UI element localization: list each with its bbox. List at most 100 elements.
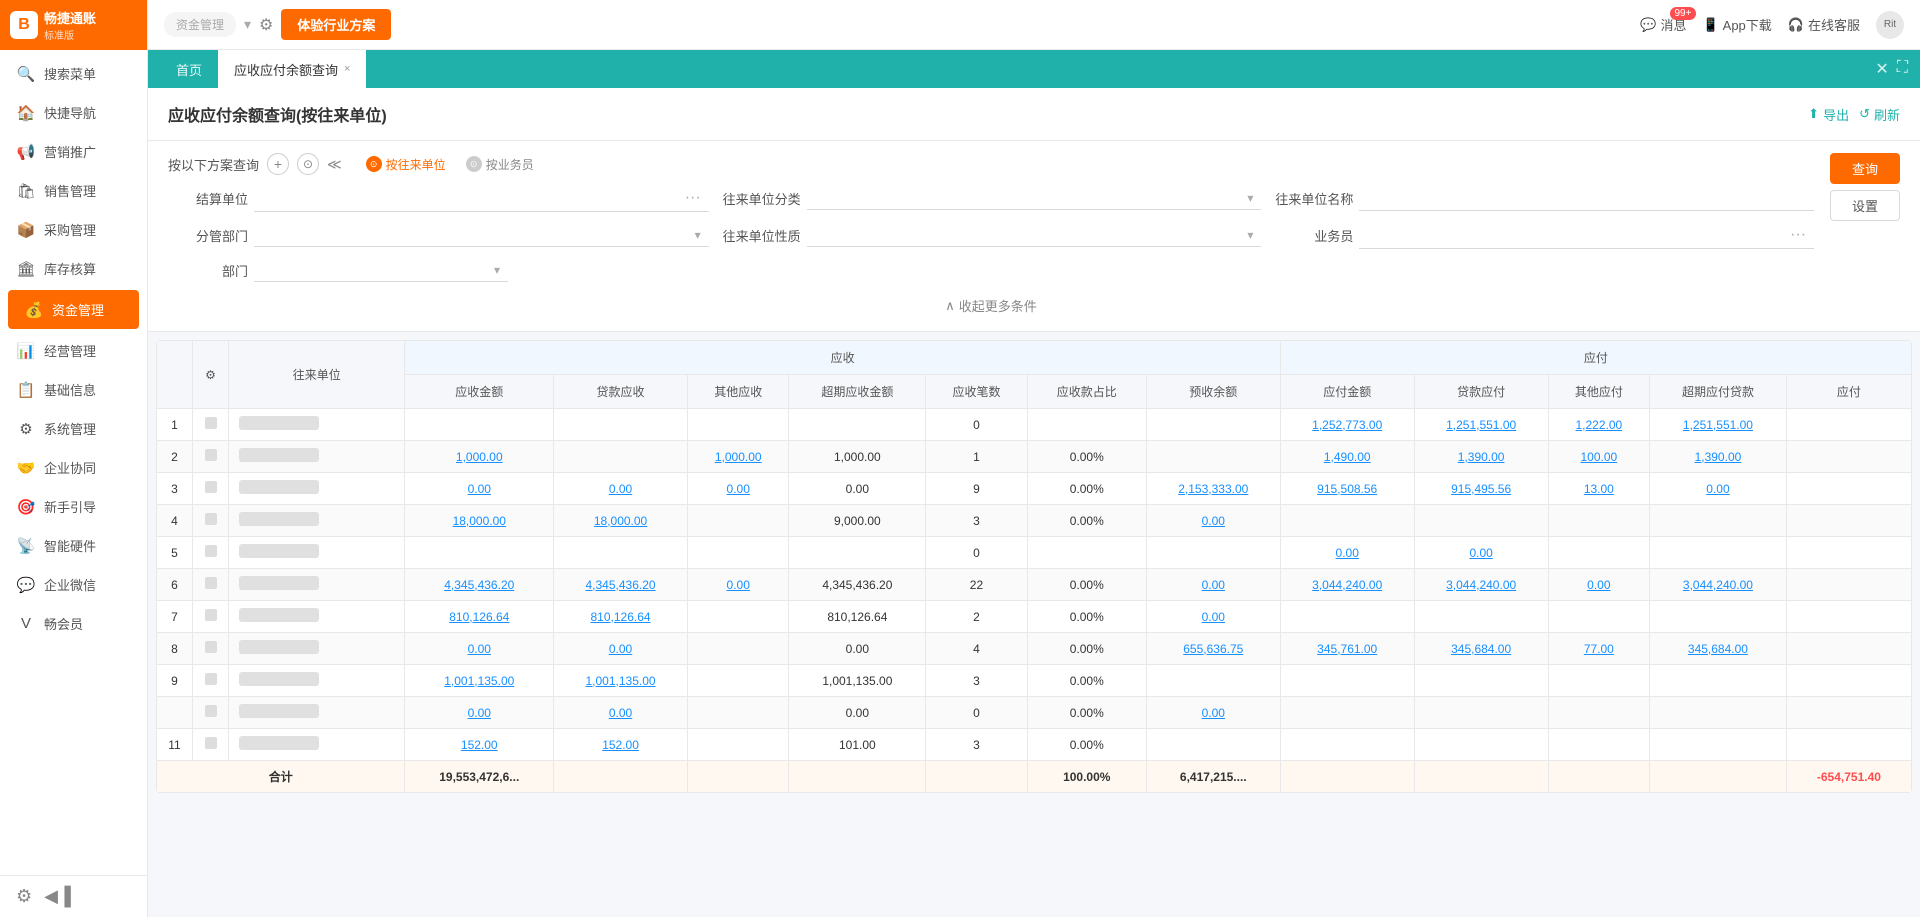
unit-nature-select[interactable]: ▾ — [807, 224, 1262, 247]
refresh-button[interactable]: ↺ 刷新 — [1859, 105, 1900, 124]
filter-collapse-button[interactable]: ≪ — [327, 156, 342, 173]
ap-loan-cell[interactable]: 0.00 — [1414, 537, 1548, 569]
ar-loan-cell[interactable]: 0.00 — [554, 473, 688, 505]
ar-prepay-cell[interactable]: 0.00 — [1146, 601, 1280, 633]
sidebar-item-system[interactable]: ⚙系统管理 — [0, 409, 147, 448]
ar-other-cell[interactable]: 0.00 — [688, 569, 789, 601]
sidebar-item-marketing[interactable]: 📢营销推广 — [0, 132, 147, 171]
scheme-by-staff[interactable]: ⊙ 按业务员 — [458, 154, 542, 175]
unit-category-select[interactable]: ▾ — [807, 187, 1262, 210]
ap-overdue-cell[interactable]: 1,390.00 — [1650, 441, 1787, 473]
sidebar-item-operations[interactable]: 📊经营管理 — [0, 331, 147, 370]
collapse-more-conditions[interactable]: ∧ 收起更多条件 — [168, 292, 1814, 319]
sidebar-item-cooperation[interactable]: 🤝企业协同 — [0, 448, 147, 487]
export-button[interactable]: ⬆ 导出 — [1808, 105, 1849, 124]
table-wrapper[interactable]: ⚙ 往来单位 应收 应付 应收金额 贷款应收 其他应收 超期应收金额 应收笔数 — [156, 340, 1912, 793]
table-settings-icon[interactable]: ⚙ — [205, 368, 216, 382]
user-avatar[interactable]: Rit — [1876, 11, 1904, 39]
ap-overdue-cell[interactable]: 3,044,240.00 — [1650, 569, 1787, 601]
ap-overdue-cell[interactable]: 345,684.00 — [1650, 633, 1787, 665]
ap-other-cell[interactable]: 100.00 — [1548, 441, 1649, 473]
expand-window-icon[interactable]: ⛶ — [1897, 59, 1908, 79]
trial-button[interactable]: 体验行业方案 — [281, 9, 391, 40]
tab-home[interactable]: 首页 — [160, 50, 218, 88]
close-window-icon[interactable]: ✕ — [1875, 59, 1888, 79]
sidebar-item-finance[interactable]: 💰资金管理 — [8, 290, 139, 329]
filter-settings-button[interactable]: ⊙ — [297, 153, 319, 175]
ar-loan-cell[interactable]: 152.00 — [554, 729, 688, 761]
ap-amount-cell[interactable]: 915,508.56 — [1280, 473, 1414, 505]
salesperson-input[interactable] — [1367, 228, 1790, 243]
tab-close-icon[interactable]: × — [344, 63, 350, 75]
ap-amount-cell[interactable]: 0.00 — [1280, 537, 1414, 569]
ar-amount-cell[interactable]: 152.00 — [405, 729, 554, 761]
ar-prepay-cell[interactable]: 0.00 — [1146, 505, 1280, 537]
ap-other-cell[interactable]: 0.00 — [1548, 569, 1649, 601]
sidebar-item-guide[interactable]: 🎯新手引导 — [0, 487, 147, 526]
ar-amount-cell[interactable]: 4,345,436.20 — [405, 569, 554, 601]
ap-loan-cell[interactable]: 345,684.00 — [1414, 633, 1548, 665]
ap-amount-cell[interactable]: 1,252,773.00 — [1280, 409, 1414, 441]
ar-prepay-cell[interactable]: 0.00 — [1146, 697, 1280, 729]
ar-amount-cell[interactable]: 0.00 — [405, 633, 554, 665]
ap-overdue-cell[interactable]: 1,251,551.00 — [1650, 409, 1787, 441]
ap-other-cell[interactable]: 77.00 — [1548, 633, 1649, 665]
sidebar-item-hardware[interactable]: 📡智能硬件 — [0, 526, 147, 565]
ap-loan-cell[interactable]: 1,251,551.00 — [1414, 409, 1548, 441]
ar-prepay-cell[interactable]: 2,153,333.00 — [1146, 473, 1280, 505]
ap-other-cell[interactable]: 1,222.00 — [1548, 409, 1649, 441]
set-button[interactable]: 设置 — [1830, 190, 1900, 221]
settlement-dots-icon[interactable]: ··· — [685, 189, 701, 207]
ap-overdue-cell[interactable]: 0.00 — [1650, 473, 1787, 505]
ar-loan-cell[interactable]: 1,001,135.00 — [554, 665, 688, 697]
ar-amount-cell[interactable]: 18,000.00 — [405, 505, 554, 537]
dept-select[interactable]: ▾ — [254, 259, 508, 282]
ap-loan-cell[interactable]: 3,044,240.00 — [1414, 569, 1548, 601]
ar-loan-cell[interactable]: 18,000.00 — [554, 505, 688, 537]
ar-loan-cell[interactable]: 0.00 — [554, 697, 688, 729]
sidebar-item-quick-nav[interactable]: 🏠快捷导航 — [0, 93, 147, 132]
ar-loan-cell[interactable]: 810,126.64 — [554, 601, 688, 633]
filter-add-button[interactable]: + — [267, 153, 289, 175]
ap-amount-cell[interactable]: 1,490.00 — [1280, 441, 1414, 473]
salesperson-dots-icon[interactable]: ··· — [1790, 226, 1806, 244]
topbar-app-download[interactable]: 📱 App下载 — [1702, 15, 1771, 34]
topbar-online-service[interactable]: 🎧 在线客服 — [1788, 15, 1860, 34]
query-button[interactable]: 查询 — [1830, 153, 1900, 184]
settings-icon[interactable]: ⚙ — [16, 886, 32, 907]
unit-name-input[interactable] — [1359, 187, 1814, 211]
sidebar-item-base[interactable]: 📋基础信息 — [0, 370, 147, 409]
sidebar-item-inventory[interactable]: 🏛库存核算 — [0, 249, 147, 288]
topbar-gear-icon[interactable]: ⚙ — [259, 15, 273, 35]
settlement-unit-input[interactable] — [262, 191, 685, 206]
sidebar-item-purchase[interactable]: 📦采购管理 — [0, 210, 147, 249]
collapse-icon[interactable]: ◀▐ — [44, 886, 71, 907]
scheme-by-unit[interactable]: ⊙ 按往来单位 — [358, 154, 454, 175]
dept-manager-select[interactable]: ▾ — [254, 224, 709, 247]
ap-amount-cell[interactable]: 3,044,240.00 — [1280, 569, 1414, 601]
ar-loan-cell[interactable]: 0.00 — [554, 633, 688, 665]
ar-loan-cell[interactable]: 4,345,436.20 — [554, 569, 688, 601]
ar-other-cell[interactable]: 1,000.00 — [688, 441, 789, 473]
ar-amount-cell[interactable]: 0.00 — [405, 697, 554, 729]
sidebar-item-search[interactable]: 🔍搜索菜单 — [0, 54, 147, 93]
ar-prepay-cell[interactable]: 655,636.75 — [1146, 633, 1280, 665]
ar-prepay-cell[interactable]: 0.00 — [1146, 569, 1280, 601]
settings-header[interactable]: ⚙ — [193, 341, 229, 409]
ar-other-cell[interactable]: 0.00 — [688, 473, 789, 505]
sidebar-item-wechat[interactable]: 💬企业微信 — [0, 565, 147, 604]
ap-loan-cell[interactable]: 1,390.00 — [1414, 441, 1548, 473]
ap-amount-cell[interactable]: 345,761.00 — [1280, 633, 1414, 665]
ar-amount-cell[interactable]: 810,126.64 — [405, 601, 554, 633]
ar-amount-cell[interactable]: 0.00 — [405, 473, 554, 505]
ar-amount-cell[interactable]: 1,000.00 — [405, 441, 554, 473]
ap-loan-cell[interactable]: 915,495.56 — [1414, 473, 1548, 505]
ar-amount-cell[interactable]: 1,001,135.00 — [405, 665, 554, 697]
sidebar-item-member[interactable]: V畅会员 — [0, 604, 147, 643]
footer-ar-total[interactable]: 19,553,472,6... — [405, 761, 554, 793]
ap-other-cell[interactable]: 13.00 — [1548, 473, 1649, 505]
tab-ar-ap[interactable]: 应收应付余额查询 × — [218, 50, 366, 88]
sidebar-item-sales[interactable]: 🛍销售管理 — [0, 171, 147, 210]
topbar-message[interactable]: 💬 消息 99+ — [1640, 15, 1686, 34]
topbar-dropdown-arrow[interactable]: ▾ — [244, 16, 251, 33]
